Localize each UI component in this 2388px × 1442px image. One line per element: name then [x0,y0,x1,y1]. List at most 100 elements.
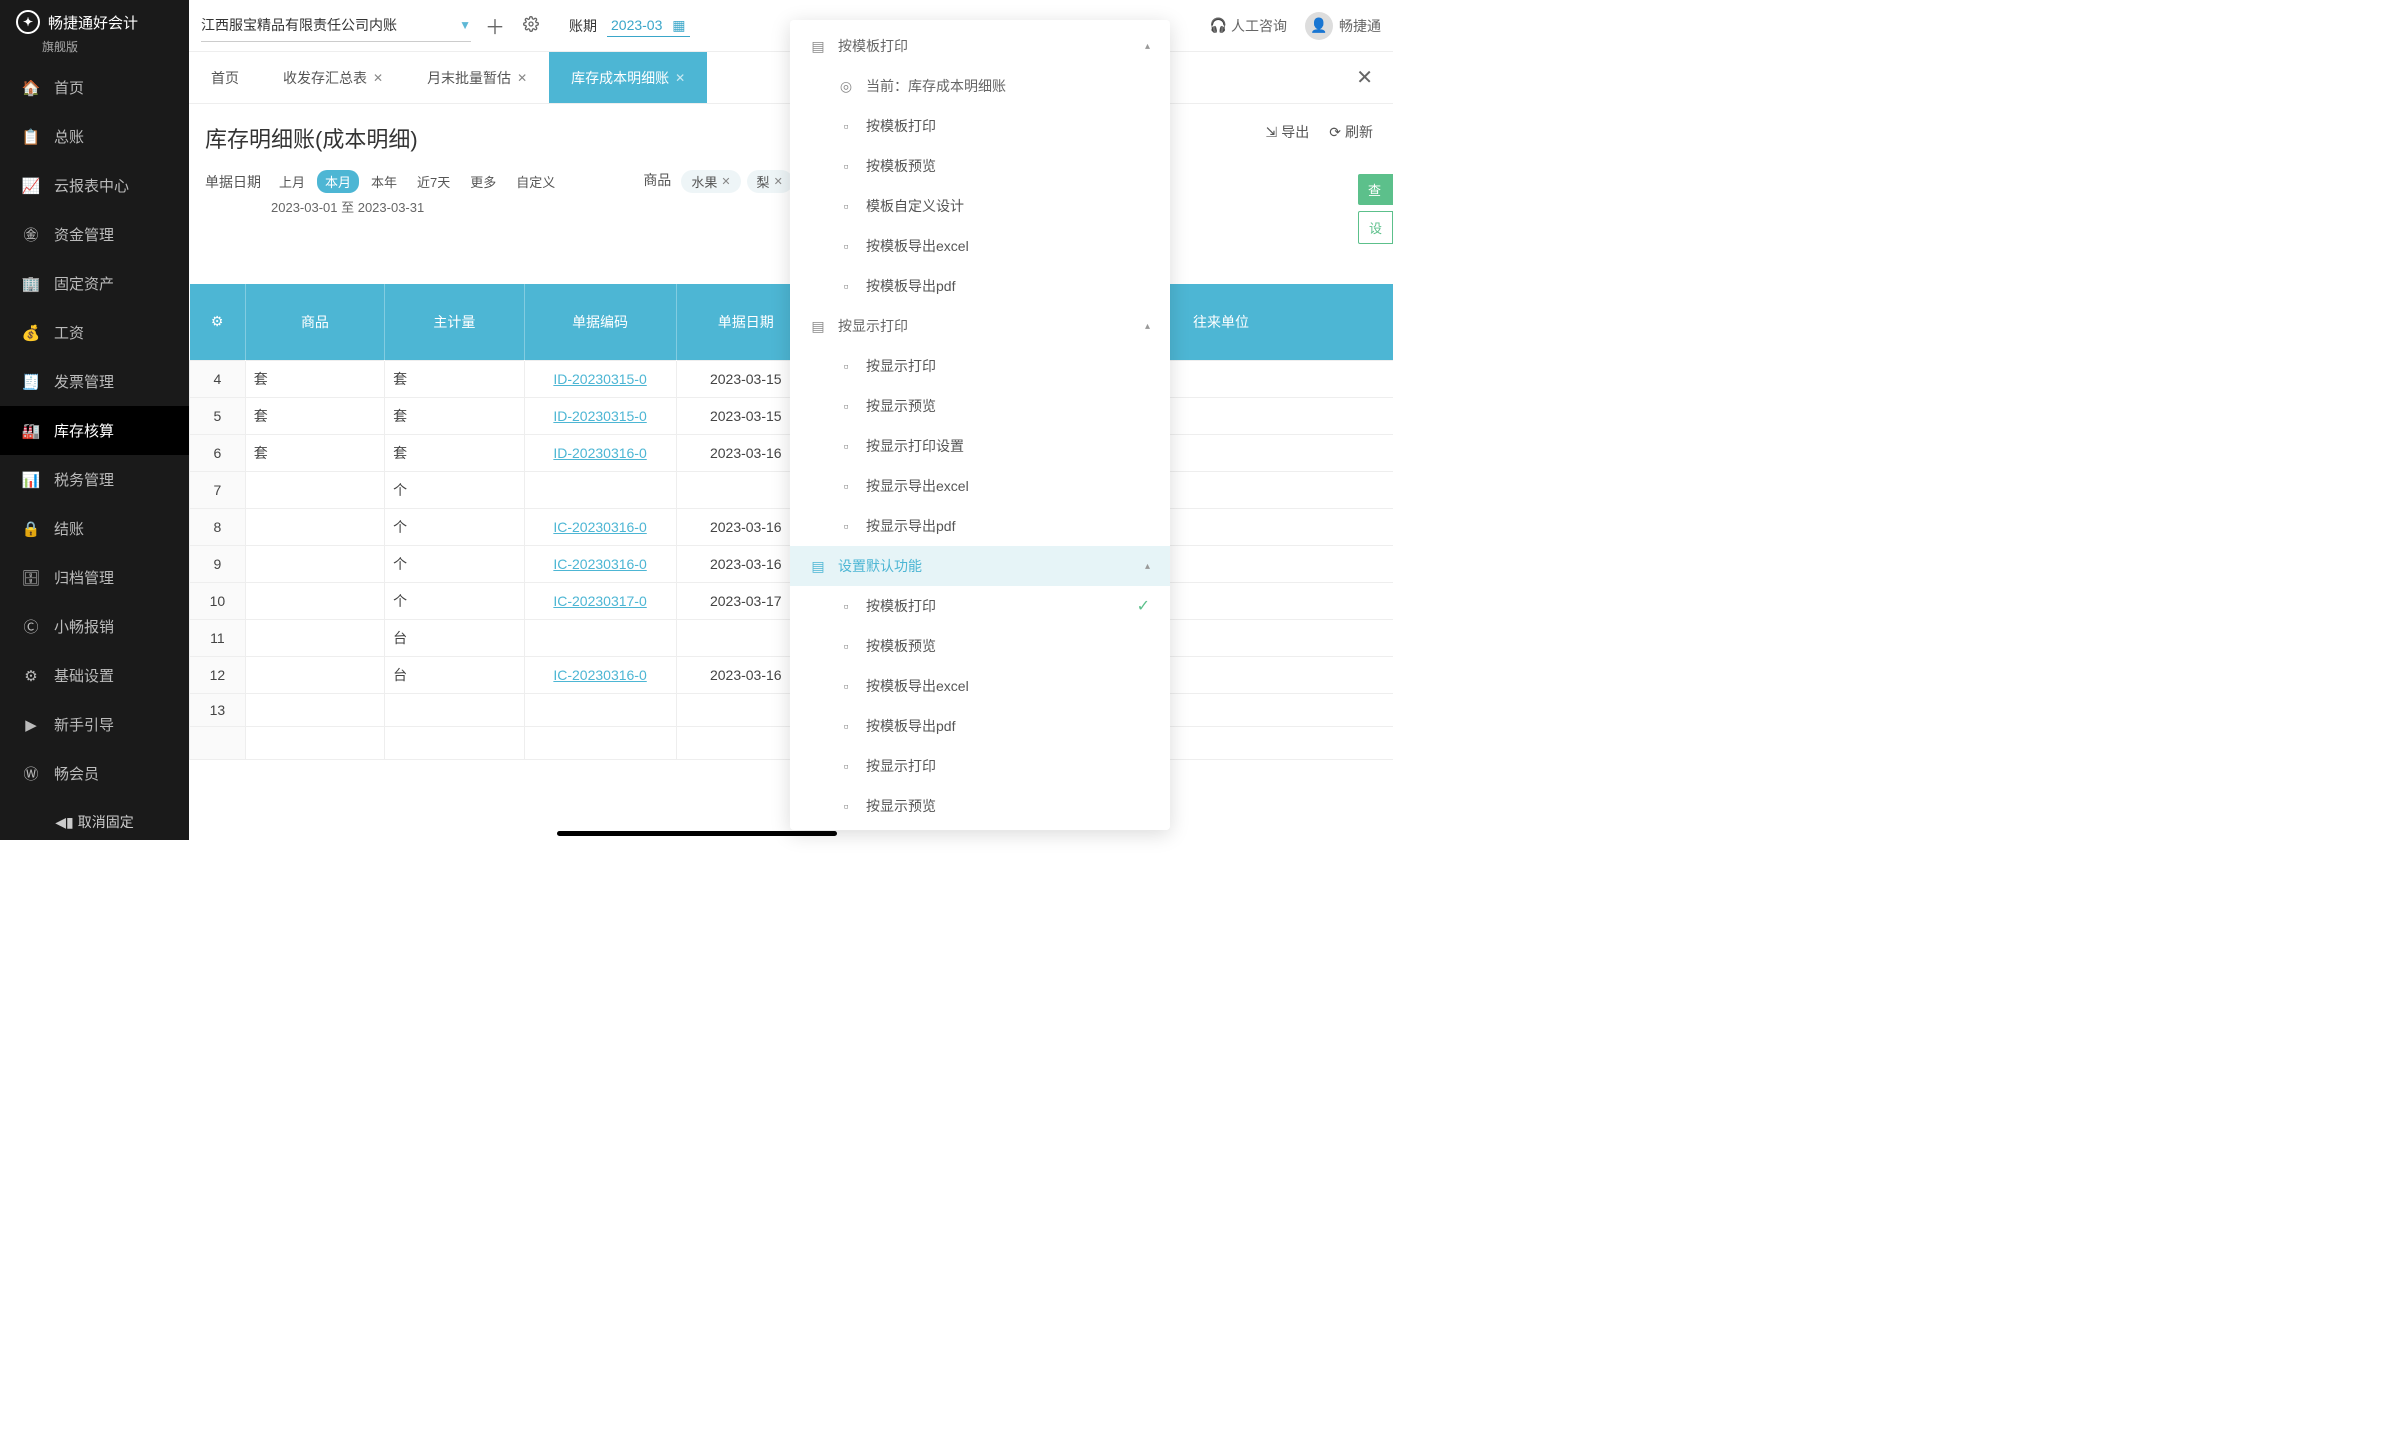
tag-remove-icon[interactable]: ✕ [774,175,783,188]
bill-code-link[interactable]: IC-20230316-0 [553,667,646,683]
dropdown-item[interactable]: ▫按显示打印设置 [790,426,1170,466]
date-chip-上月[interactable]: 上月 [271,170,313,193]
sidebar-item-asset[interactable]: 🏢 固定资产 [0,259,189,308]
sidebar-item-ledger[interactable]: 📋总账 [0,112,189,161]
dropdown-item[interactable]: ▫按显示预览 [790,786,1170,826]
dropdown-item[interactable]: ▫按模板预览 [790,626,1170,666]
column-settings-icon[interactable]: ⚙ [190,284,246,360]
query-button[interactable]: 查 [1358,174,1393,205]
row-index: 6 [190,434,246,471]
tab-库存成本明细账[interactable]: 库存成本明细账✕ [549,52,707,103]
sidebar-item-label: 结账 [54,518,84,539]
close-all-tabs-button[interactable]: ✕ [1336,65,1393,90]
add-button[interactable]: ＋ [481,7,509,44]
row-index: 5 [190,397,246,434]
dropdown-item[interactable]: ▫按模板导出excel [790,666,1170,706]
print-dropdown-menu: ▤按模板打印▴◎当前：库存成本明细账▫按模板打印▫按模板预览▫模板自定义设计▫按… [790,20,1170,830]
bill-code-link[interactable]: ID-20230315-0 [553,371,646,387]
sidebar-item-stock[interactable]: 🏭库存核算 [0,406,189,455]
sidebar-item-promo[interactable]: Ⓒ小畅报销 [0,602,189,651]
date-chip-自定义[interactable]: 自定义 [508,170,563,193]
cell-product: 套 [245,397,384,434]
product-tag[interactable]: 水果✕ [681,170,740,193]
date-chip-本年[interactable]: 本年 [363,170,405,193]
bill-code-link[interactable]: ID-20230316-0 [553,445,646,461]
row-index: 13 [190,693,246,726]
refresh-icon: ⟳ [1329,124,1341,141]
dropdown-item[interactable]: ▫按模板打印✓ [790,586,1170,626]
date-chip-本月[interactable]: 本月 [317,170,359,193]
sidebar-collapse-button[interactable]: ◀▮ 取消固定 [0,812,189,832]
dropdown-item[interactable]: ▫模板自定义设计 [790,186,1170,226]
dropdown-item[interactable]: ▫按模板预览 [790,146,1170,186]
bill-code-link[interactable]: ID-20230315-0 [553,408,646,424]
bill-code-link[interactable]: IC-20230317-0 [553,593,646,609]
dropdown-item-icon: ▫ [838,438,854,454]
sidebar-item-label: 工资 [54,322,84,343]
date-chip-近7天[interactable]: 近7天 [409,170,458,193]
bill-code-link[interactable]: IC-20230316-0 [553,556,646,572]
asset-icon: 🏢 [22,275,40,293]
cell-product [245,693,384,726]
period-selector[interactable]: 2023-03 ▦ [607,15,690,37]
tab-收发存汇总表[interactable]: 收发存汇总表✕ [261,52,405,103]
sidebar-item-tax[interactable]: 📊税务管理 [0,455,189,504]
sidebar-item-home[interactable]: 🏠首页 [0,63,189,112]
sidebar-item-report[interactable]: 📈云报表中心 [0,161,189,210]
dropdown-item[interactable]: ▫按显示打印 [790,346,1170,386]
chevron-down-icon: ▼ [459,18,471,32]
dropdown-item[interactable]: ▫按模板导出excel [790,226,1170,266]
sidebar-item-money[interactable]: ㊎资金管理 [0,210,189,259]
settings-icon[interactable] [519,12,543,39]
dropdown-item[interactable]: ▫按显示导出excel [790,466,1170,506]
dropdown-group-header[interactable]: ▤设置默认功能▴ [790,546,1170,586]
dropdown-item-icon: ▫ [838,678,854,694]
dropdown-item-icon: ▫ [838,278,854,294]
dropdown-group-header[interactable]: ▤按显示打印▴ [790,306,1170,346]
user-menu[interactable]: 👤 畅捷通 [1305,12,1381,40]
sidebar-item-invoice[interactable]: 🧾发票管理 [0,357,189,406]
sidebar-item-close[interactable]: 🔒结账 [0,504,189,553]
sidebar-item-member[interactable]: Ⓦ畅会员 [0,749,189,798]
sidebar-item-salary[interactable]: 💰工资 [0,308,189,357]
tab-close-icon[interactable]: ✕ [373,71,383,85]
company-selector[interactable]: 江西服宝精品有限责任公司内账 ▼ [201,9,471,42]
tab-月末批量暂估[interactable]: 月末批量暂估✕ [405,52,549,103]
dropdown-item[interactable]: ◎当前：库存成本明细账 [790,66,1170,106]
bill-code-link[interactable]: IC-20230316-0 [553,519,646,535]
avatar-icon: 👤 [1305,12,1333,40]
cell-code: IC-20230316-0 [524,545,676,582]
dropdown-item[interactable]: ▫按显示预览 [790,386,1170,426]
cell-code: IC-20230316-0 [524,508,676,545]
sidebar-item-setting[interactable]: ⚙基础设置 [0,651,189,700]
dropdown-item[interactable]: ▫按模板导出pdf [790,266,1170,306]
tab-close-icon[interactable]: ✕ [517,71,527,85]
dropdown-item[interactable]: ▫按模板导出pdf [790,706,1170,746]
consult-button[interactable]: 🎧 人工咨询 [1210,16,1287,36]
tag-remove-icon[interactable]: ✕ [721,175,730,188]
sidebar-item-guide[interactable]: ▶新手引导 [0,700,189,749]
tab-close-icon[interactable]: ✕ [675,71,685,85]
report-icon: 📈 [22,177,40,195]
dropdown-item-icon: ▫ [838,758,854,774]
cell-unit: 个 [385,508,524,545]
dropdown-item[interactable]: ▫按显示打印 [790,746,1170,786]
product-tag[interactable]: 梨✕ [747,170,793,193]
export-button[interactable]: ⇲ 导出 [1266,122,1310,142]
setting-icon: ⚙ [22,667,40,685]
dropdown-group-header[interactable]: ▤按模板打印▴ [790,26,1170,66]
dropdown-item[interactable]: ▫按显示导出pdf [790,506,1170,546]
date-chip-更多[interactable]: 更多 [462,170,504,193]
sidebar-item-label: 固定资产 [54,273,114,294]
dropdown-item-icon: ▫ [838,598,854,614]
settings-button[interactable]: 设 [1358,211,1393,244]
sidebar-item-archive[interactable]: 🗄归档管理 [0,553,189,602]
tab-首页[interactable]: 首页 [189,52,261,103]
refresh-button[interactable]: ⟳ 刷新 [1329,122,1373,142]
tax-icon: 📊 [22,471,40,489]
dropdown-item[interactable]: ▫按模板打印 [790,106,1170,146]
dropdown-item-icon: ▫ [838,238,854,254]
dropdown-item[interactable]: ▫按显示导出excel [790,826,1170,830]
sidebar: ✦ 畅捷通好会计 旗舰版 🏠首页📋总账📈云报表中心㊎资金管理🏢固定资产💰工资🧾发… [0,0,189,840]
stock-icon: 🏭 [22,422,40,440]
